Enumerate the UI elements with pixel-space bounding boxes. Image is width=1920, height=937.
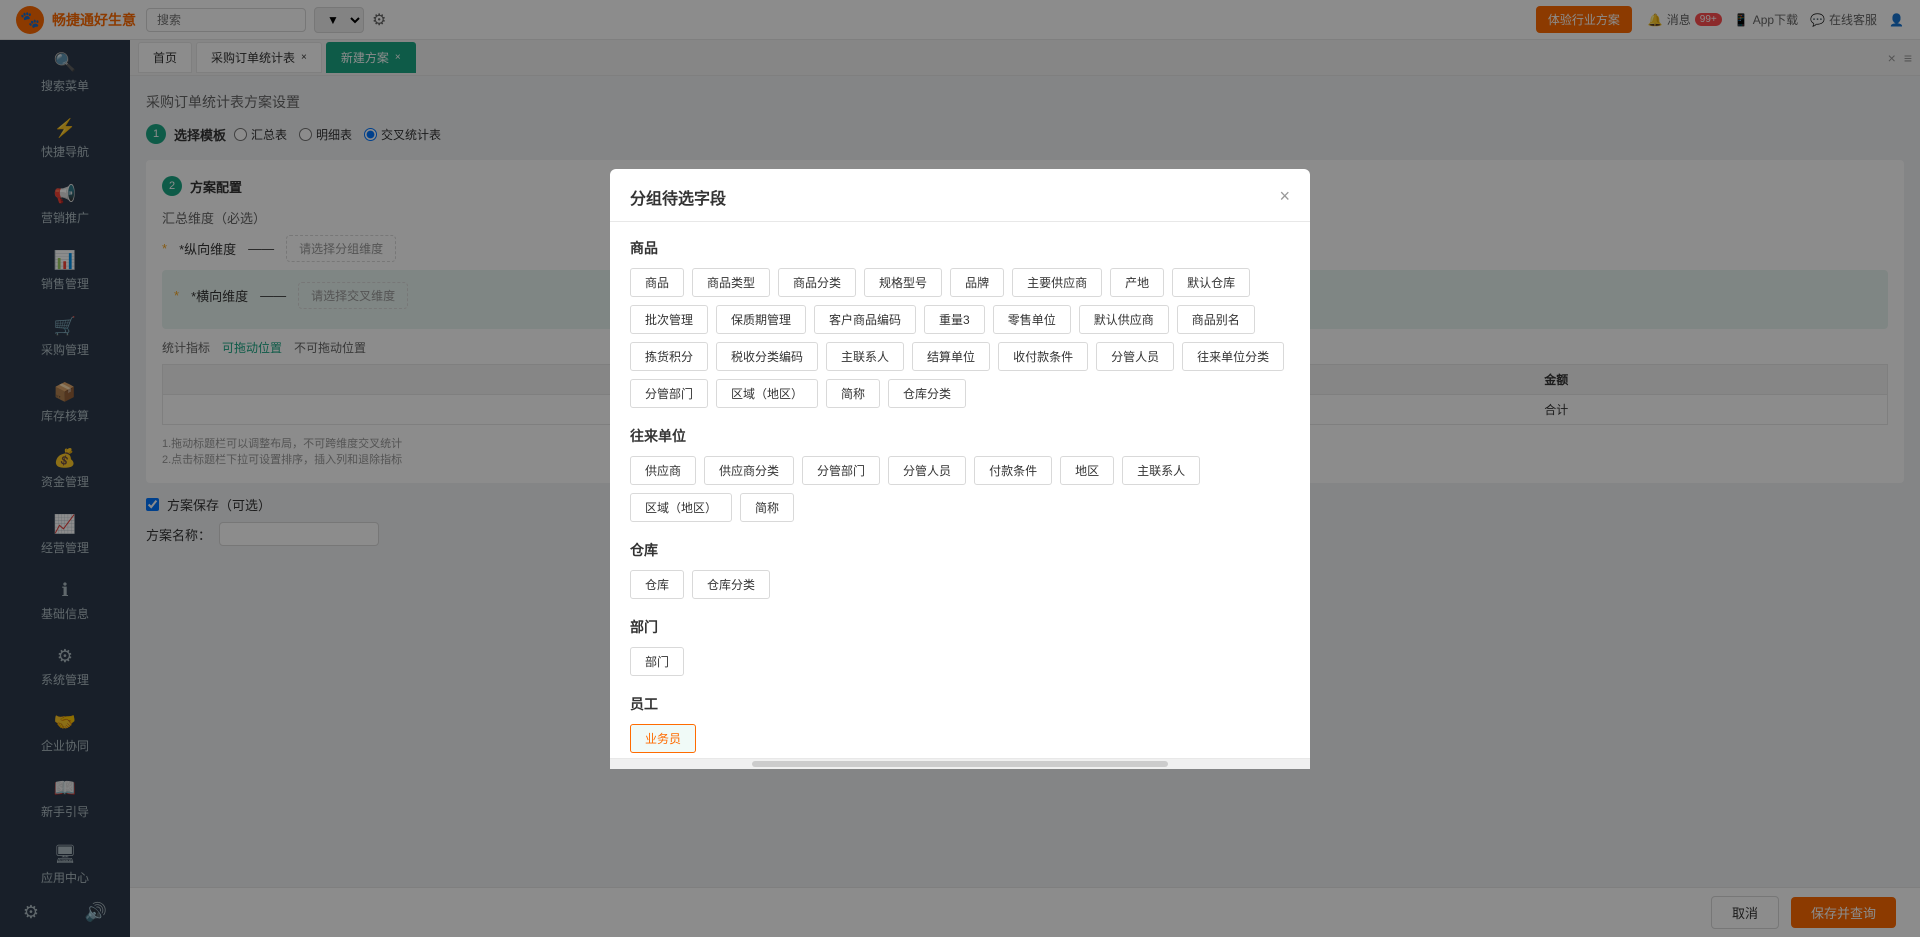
field-group-3: 部门部门 [630,617,1290,676]
field-tag-0-15[interactable]: 拣货积分 [630,342,708,371]
field-group-1: 往来单位供应商供应商分类分管部门分管人员付款条件地区主联系人区域（地区） 简称 [630,426,1290,522]
field-tag-0-23[interactable]: 区域（地区） [716,379,818,408]
hscroll-thumb [752,761,1167,767]
modal-body: 商品商品商品类型商品分类规格型号品牌主要供应商产地默认仓库批次管理保质期管理客户… [610,222,1310,759]
modal: 分组待选字段 × 商品商品商品类型商品分类规格型号品牌主要供应商产地默认仓库批次… [610,169,1310,769]
field-tags-4: 业务员 [630,724,1290,753]
field-tag-0-5[interactable]: 主要供应商 [1012,268,1102,297]
field-tag-1-2[interactable]: 分管部门 [802,456,880,485]
field-tag-0-0[interactable]: 商品 [630,268,684,297]
field-tag-0-24[interactable]: 简称 [826,379,880,408]
modal-close-button[interactable]: × [1279,186,1290,207]
field-tag-0-22[interactable]: 分管部门 [630,379,708,408]
modal-overlay[interactable]: 分组待选字段 × 商品商品商品类型商品分类规格型号品牌主要供应商产地默认仓库批次… [0,0,1920,937]
field-tag-0-7[interactable]: 默认仓库 [1172,268,1250,297]
field-tag-0-25[interactable]: 仓库分类 [888,379,966,408]
modal-horizontal-scrollbar[interactable] [610,758,1310,768]
field-tag-0-11[interactable]: 重量3 [924,305,985,334]
field-tags-3: 部门 [630,647,1290,676]
field-tag-0-16[interactable]: 税收分类编码 [716,342,818,371]
field-group-2: 仓库仓库仓库分类 [630,540,1290,599]
field-tag-0-10[interactable]: 客户商品编码 [814,305,916,334]
field-tag-0-6[interactable]: 产地 [1110,268,1164,297]
field-tag-2-0[interactable]: 仓库 [630,570,684,599]
field-group-title-1: 往来单位 [630,426,1290,446]
field-tag-0-8[interactable]: 批次管理 [630,305,708,334]
modal-header: 分组待选字段 × [610,169,1310,222]
field-group-title-3: 部门 [630,617,1290,637]
field-group-0: 商品商品商品类型商品分类规格型号品牌主要供应商产地默认仓库批次管理保质期管理客户… [630,238,1290,408]
field-tag-0-1[interactable]: 商品类型 [692,268,770,297]
field-group-title-0: 商品 [630,238,1290,258]
field-tags-1: 供应商供应商分类分管部门分管人员付款条件地区主联系人区域（地区） 简称 [630,456,1290,522]
field-tag-0-17[interactable]: 主联系人 [826,342,904,371]
field-tags-2: 仓库仓库分类 [630,570,1290,599]
field-tag-1-3[interactable]: 分管人员 [888,456,966,485]
field-tag-1-7[interactable]: 区域（地区） [630,493,732,522]
field-tag-0-20[interactable]: 分管人员 [1096,342,1174,371]
field-tag-1-0[interactable]: 供应商 [630,456,696,485]
field-group-4: 员工业务员 [630,694,1290,753]
field-tag-2-1[interactable]: 仓库分类 [692,570,770,599]
field-tag-0-21[interactable]: 往来单位分类 [1182,342,1284,371]
field-tag-0-19[interactable]: 收付款条件 [998,342,1088,371]
field-tag-1-5[interactable]: 地区 [1060,456,1114,485]
modal-title: 分组待选字段 [630,185,726,209]
field-tag-3-0[interactable]: 部门 [630,647,684,676]
field-tag-0-9[interactable]: 保质期管理 [716,305,806,334]
field-group-title-2: 仓库 [630,540,1290,560]
field-tag-1-8[interactable]: 简称 [740,493,794,522]
field-tag-4-0[interactable]: 业务员 [630,724,696,753]
field-tag-0-14[interactable]: 商品别名 [1177,305,1255,334]
field-tags-0: 商品商品类型商品分类规格型号品牌主要供应商产地默认仓库批次管理保质期管理客户商品… [630,268,1290,408]
field-tag-1-1[interactable]: 供应商分类 [704,456,794,485]
field-tag-1-6[interactable]: 主联系人 [1122,456,1200,485]
field-group-title-4: 员工 [630,694,1290,714]
field-tag-0-18[interactable]: 结算单位 [912,342,990,371]
field-tag-0-2[interactable]: 商品分类 [778,268,856,297]
field-tag-0-4[interactable]: 品牌 [950,268,1004,297]
field-tag-1-4[interactable]: 付款条件 [974,456,1052,485]
field-tag-0-12[interactable]: 零售单位 [993,305,1071,334]
field-tag-0-3[interactable]: 规格型号 [864,268,942,297]
field-tag-0-13[interactable]: 默认供应商 [1079,305,1169,334]
